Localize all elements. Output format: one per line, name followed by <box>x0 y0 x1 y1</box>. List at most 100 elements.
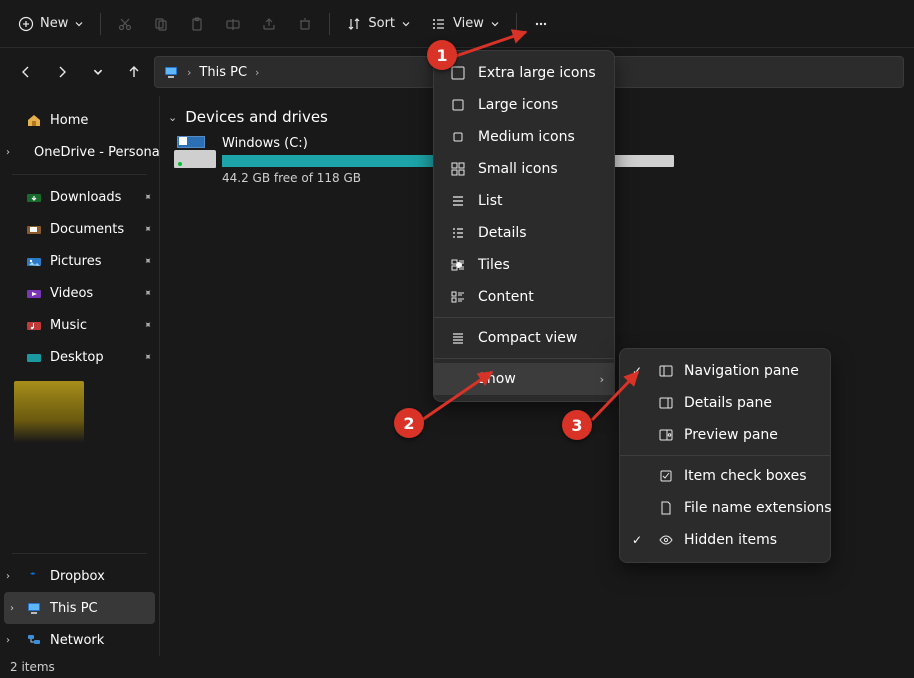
content-icon <box>450 289 466 305</box>
annotation-badge-3: 3 <box>562 410 592 440</box>
home-icon <box>26 112 42 128</box>
medium-icons-icon <box>450 129 466 145</box>
ellipsis-icon <box>533 16 549 32</box>
navigation-pane-icon <box>658 363 674 379</box>
list-icon <box>450 193 466 209</box>
sidebar-item-label: OneDrive - Persona <box>34 145 159 160</box>
chevron-right-icon[interactable]: › <box>6 571 10 582</box>
up-button[interactable] <box>118 56 150 88</box>
menu-item-list[interactable]: List <box>434 185 614 217</box>
group-header-label: Devices and drives <box>185 108 328 126</box>
breadcrumb-this-pc[interactable]: This PC <box>199 65 247 80</box>
sidebar-item-downloads[interactable]: Downloads ✦ <box>0 181 159 213</box>
show-submenu: ✓Navigation pane Details pane Preview pa… <box>619 348 831 563</box>
desktop-folder-icon <box>26 349 42 365</box>
status-items-count: 2 items <box>10 660 55 674</box>
menu-item-item-check-boxes[interactable]: Item check boxes <box>620 460 830 492</box>
new-button[interactable]: New <box>10 10 92 38</box>
downloads-folder-icon <box>26 189 42 205</box>
music-folder-icon <box>26 317 42 333</box>
chevron-right-icon[interactable]: › <box>10 603 14 614</box>
menu-item-details-pane[interactable]: Details pane <box>620 387 830 419</box>
details-pane-icon <box>658 395 674 411</box>
recent-locations-button[interactable] <box>82 56 114 88</box>
delete-button[interactable] <box>289 10 321 38</box>
breadcrumb-chevron-icon[interactable]: › <box>187 66 191 79</box>
pin-icon: ✦ <box>140 190 154 204</box>
navigation-pane: Home › OneDrive - Persona Downloads ✦ Do… <box>0 96 160 656</box>
checkbox-icon <box>658 468 674 484</box>
paste-button[interactable] <box>181 10 213 38</box>
sidebar-item-documents[interactable]: Documents ✦ <box>0 213 159 245</box>
chevron-right-icon[interactable]: › <box>6 147 10 158</box>
chevron-down-icon[interactable]: ⌄ <box>168 111 177 124</box>
hidden-icon <box>658 532 674 548</box>
view-label: View <box>453 16 484 31</box>
rename-icon <box>225 16 241 32</box>
this-pc-icon <box>163 64 179 80</box>
sort-button[interactable]: Sort <box>338 10 419 38</box>
sidebar-item-desktop[interactable]: Desktop ✦ <box>0 341 159 373</box>
sort-label: Sort <box>368 16 395 31</box>
menu-item-details[interactable]: Details <box>434 217 614 249</box>
menu-item-tiles[interactable]: Tiles <box>434 249 614 281</box>
sidebar-item-label: Network <box>50 633 104 648</box>
menu-item-medium-icons[interactable]: Medium icons <box>434 121 614 153</box>
small-icons-icon <box>450 161 466 177</box>
sidebar-item-network[interactable]: › Network <box>0 624 159 656</box>
sidebar-item-dropbox[interactable]: › Dropbox <box>0 560 159 592</box>
sidebar-item-pictures[interactable]: Pictures ✦ <box>0 245 159 277</box>
check-icon: ✓ <box>632 533 648 547</box>
sort-icon <box>346 16 362 32</box>
menu-item-extra-large-icons[interactable]: Extra large icons <box>434 57 614 89</box>
chevron-down-icon <box>74 16 84 32</box>
menu-item-content[interactable]: Content <box>434 281 614 313</box>
extra-large-icons-icon <box>450 65 466 81</box>
share-button[interactable] <box>253 10 285 38</box>
sidebar-item-label: Downloads <box>50 190 121 205</box>
sidebar-item-music[interactable]: Music ✦ <box>0 309 159 341</box>
menu-item-file-name-extensions[interactable]: File name extensions <box>620 492 830 524</box>
back-button[interactable] <box>10 56 42 88</box>
chevron-down-icon <box>401 16 411 32</box>
copy-button[interactable] <box>145 10 177 38</box>
drive-icon <box>174 136 216 168</box>
view-button[interactable]: View <box>423 10 508 38</box>
sidebar-item-label: Music <box>50 318 87 333</box>
sidebar-thumbnail[interactable] <box>14 381 84 493</box>
cut-button[interactable] <box>109 10 141 38</box>
paste-icon <box>189 16 205 32</box>
preview-pane-icon <box>658 427 674 443</box>
menu-item-small-icons[interactable]: Small icons <box>434 153 614 185</box>
annotation-badge-1: 1 <box>427 40 457 70</box>
command-bar: New Sort View <box>0 0 914 48</box>
breadcrumb-chevron-icon[interactable]: › <box>255 66 259 79</box>
network-icon <box>26 632 42 648</box>
rename-button[interactable] <box>217 10 249 38</box>
sidebar-item-this-pc[interactable]: › This PC <box>4 592 155 624</box>
menu-item-compact-view[interactable]: Compact view <box>434 322 614 354</box>
forward-button[interactable] <box>46 56 78 88</box>
menu-item-preview-pane[interactable]: Preview pane <box>620 419 830 451</box>
check-icon: ✓ <box>632 364 648 378</box>
pin-icon: ✦ <box>140 254 154 268</box>
videos-folder-icon <box>26 285 42 301</box>
share-icon <box>261 16 277 32</box>
copy-icon <box>153 16 169 32</box>
annotation-badge-2: 2 <box>394 408 424 438</box>
sidebar-item-videos[interactable]: Videos ✦ <box>0 277 159 309</box>
details-icon <box>450 225 466 241</box>
large-icons-icon <box>450 97 466 113</box>
this-pc-icon <box>26 600 42 616</box>
more-button[interactable] <box>525 10 557 38</box>
menu-item-show[interactable]: Show› <box>434 363 614 395</box>
pin-icon: ✦ <box>140 222 154 236</box>
menu-item-hidden-items[interactable]: ✓Hidden items <box>620 524 830 556</box>
menu-item-large-icons[interactable]: Large icons <box>434 89 614 121</box>
chevron-right-icon[interactable]: › <box>6 635 10 646</box>
sidebar-item-onedrive[interactable]: › OneDrive - Persona <box>0 136 159 168</box>
sidebar-item-label: Home <box>50 113 88 128</box>
sidebar-item-home[interactable]: Home <box>0 104 159 136</box>
pin-icon: ✦ <box>140 286 154 300</box>
menu-item-navigation-pane[interactable]: ✓Navigation pane <box>620 355 830 387</box>
